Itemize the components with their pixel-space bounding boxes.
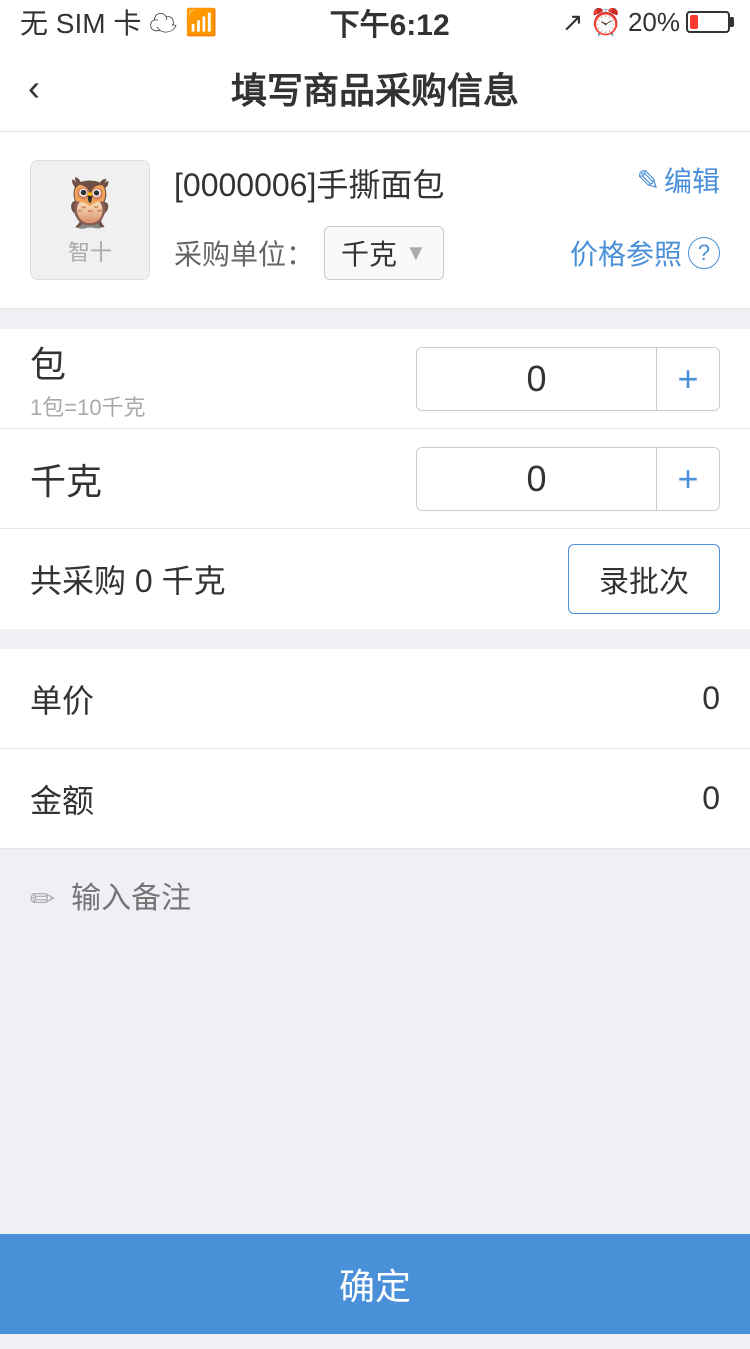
edit-label: 编辑 [664, 160, 720, 200]
confirm-label: 确定 [339, 1258, 411, 1310]
status-left: 无 SIM 卡 ☁ 📶 [20, 2, 218, 42]
kg-plus-button[interactable]: + [656, 447, 720, 511]
bag-input-row: 包 1包=10千克 + [0, 329, 750, 429]
sim-status: 无 SIM 卡 ☁ [20, 2, 177, 42]
product-header: [0000006]手撕面包 ✎ 编辑 [174, 160, 720, 206]
remark-input[interactable] [71, 882, 720, 916]
alarm-icon: ⏰ [590, 7, 622, 38]
bag-plus-button[interactable]: + [656, 347, 720, 411]
kg-plus-icon: + [677, 458, 698, 500]
unit-price-row: 单价 0 [0, 649, 750, 749]
edit-button[interactable]: ✎ 编辑 [637, 160, 720, 200]
kg-label: 千克 [30, 453, 110, 505]
battery-percent: 20% [628, 7, 680, 38]
product-image: 🦉 智十 [30, 160, 150, 280]
unit-label: 采购单位： [174, 233, 314, 273]
status-bar: 无 SIM 卡 ☁ 📶 下午6:12 ↗ ⏰ 20% [0, 0, 750, 44]
price-info-section: 单价 0 金额 0 [0, 649, 750, 849]
amount-row: 金额 0 [0, 749, 750, 849]
back-button[interactable]: ‹ [28, 67, 40, 109]
summary-text: 共采购 0 千克 [30, 556, 226, 602]
status-time: 下午6:12 [330, 0, 450, 44]
status-right: ↗ ⏰ 20% [562, 7, 730, 38]
page-title: 填写商品采购信息 [231, 62, 519, 114]
batch-button[interactable]: 录批次 [568, 544, 720, 614]
unit-price-label: 单价 [30, 676, 94, 722]
summary-row: 共采购 0 千克 录批次 [0, 529, 750, 629]
unit-value: 千克 [341, 233, 397, 273]
kg-label-group: 千克 [30, 453, 110, 505]
unit-select[interactable]: 千克 ▼ [324, 226, 444, 280]
product-image-label: 智十 [68, 235, 112, 267]
confirm-button[interactable]: 确定 [0, 1234, 750, 1334]
bag-plus-icon: + [677, 358, 698, 400]
price-ref-btn[interactable]: 价格参照 ? [570, 233, 720, 273]
kg-input-row: 千克 + [0, 429, 750, 529]
remark-section: ✏ [0, 849, 750, 949]
help-icon: ? [688, 237, 720, 269]
product-card: 🦉 智十 [0000006]手撕面包 ✎ 编辑 采购单位： 千克 ▼ [0, 132, 750, 309]
bag-label-group: 包 1包=10千克 [30, 336, 146, 422]
amount-value: 0 [702, 780, 720, 817]
divider-2 [0, 629, 750, 649]
divider-1 [0, 309, 750, 329]
product-owl-icon: 🦉 [60, 174, 120, 231]
wifi-icon: 📶 [185, 7, 217, 38]
price-ref-label: 价格参照 [570, 233, 682, 273]
bag-sub-label: 1包=10千克 [30, 390, 146, 422]
bag-number-input[interactable] [416, 347, 656, 411]
pencil-icon: ✏ [30, 882, 55, 917]
nav-bar: ‹ 填写商品采购信息 [0, 44, 750, 132]
product-info: [0000006]手撕面包 ✎ 编辑 采购单位： 千克 ▼ 价格参照 ? [174, 160, 720, 280]
edit-icon: ✎ [637, 164, 660, 197]
empty-space [0, 949, 750, 1249]
bag-label: 包 [30, 336, 146, 388]
location-icon: ↗ [562, 7, 584, 38]
kg-number-input[interactable] [416, 447, 656, 511]
kg-input-right: + [110, 447, 720, 511]
product-name: [0000006]手撕面包 [174, 160, 637, 206]
chevron-down-icon: ▼ [405, 240, 427, 266]
battery-icon [686, 11, 730, 33]
product-unit-row: 采购单位： 千克 ▼ 价格参照 ? [174, 226, 720, 280]
input-section: 包 1包=10千克 + 千克 + [0, 329, 750, 529]
unit-price-value: 0 [702, 680, 720, 717]
amount-label: 金额 [30, 776, 94, 822]
bag-input-right: + [146, 347, 720, 411]
